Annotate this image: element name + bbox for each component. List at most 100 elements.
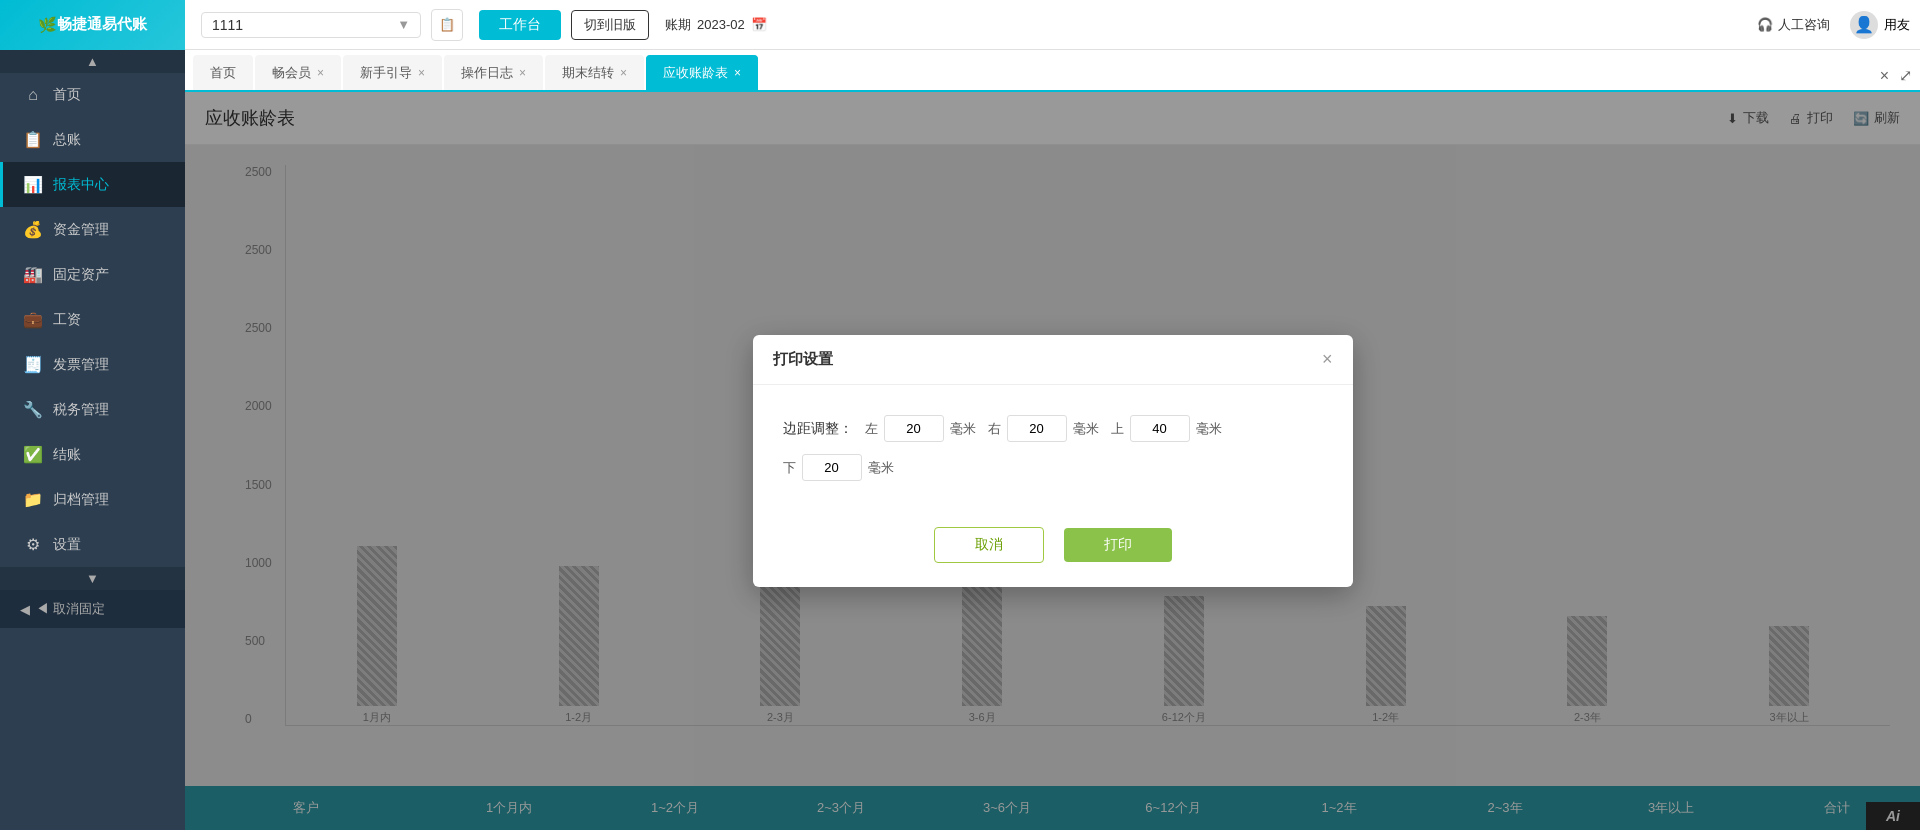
sidebar-label-ledger: 总账 <box>53 131 81 149</box>
user-area[interactable]: 👤 用友 <box>1850 11 1910 39</box>
sidebar-item-settings[interactable]: ⚙ 设置 <box>0 522 185 567</box>
tab-guide-close[interactable]: × <box>418 66 425 80</box>
margin-left-item: 左 毫米 <box>865 415 976 442</box>
salary-icon: 💼 <box>23 310 43 329</box>
tab-member-close[interactable]: × <box>317 66 324 80</box>
home-icon: ⌂ <box>23 86 43 104</box>
modal-title: 打印设置 <box>773 350 833 369</box>
sidebar-label-invoice: 发票管理 <box>53 356 109 374</box>
top-header: 🌿 畅捷通易代账 1111 ▼ 📋 工作台 切到旧版 账期 2023-02 📅 … <box>0 0 1920 50</box>
window-close-icon[interactable]: × <box>1880 67 1889 85</box>
margin-right-input[interactable] <box>1007 415 1067 442</box>
sidebar-label-settings: 设置 <box>53 536 81 554</box>
margin-label: 边距调整： <box>783 420 853 438</box>
sidebar-item-funds[interactable]: 💰 资金管理 <box>0 207 185 252</box>
tab-member[interactable]: 畅会员 × <box>255 55 341 90</box>
sidebar: ▲ ⌂ 首页 📋 总账 📊 报表中心 💰 资金管理 🏭 固定资产 💼 工资 🧾 … <box>0 50 185 830</box>
content-area: 首页 畅会员 × 新手引导 × 操作日志 × 期末结转 × 应收账龄表 × <box>185 50 1920 830</box>
support-button[interactable]: 🎧 人工咨询 <box>1757 16 1830 34</box>
logo-icon: 🌿 <box>38 16 57 34</box>
logo-text: 畅捷通易代账 <box>57 15 147 34</box>
sidebar-item-ledger[interactable]: 📋 总账 <box>0 117 185 162</box>
tab-oplog[interactable]: 操作日志 × <box>444 55 543 90</box>
tab-home[interactable]: 首页 <box>193 55 253 90</box>
settlement-icon: ✅ <box>23 445 43 464</box>
tab-aging-label: 应收账龄表 <box>663 64 728 82</box>
margin-right-item: 右 毫米 <box>988 415 1099 442</box>
margin-row: 边距调整： 左 毫米 右 毫米 <box>783 415 1323 481</box>
collapse-label: ◀ 取消固定 <box>36 600 105 618</box>
app-logo: 🌿 畅捷通易代账 <box>0 0 185 50</box>
right-unit: 毫米 <box>1073 420 1099 438</box>
sidebar-label-settlement: 结账 <box>53 446 81 464</box>
window-expand-icon[interactable]: ⤢ <box>1899 66 1912 85</box>
company-name: 1111 <box>212 17 389 33</box>
main-layout: ▲ ⌂ 首页 📋 总账 📊 报表中心 💰 资金管理 🏭 固定资产 💼 工资 🧾 … <box>0 50 1920 830</box>
account-period: 账期 2023-02 📅 <box>665 16 767 34</box>
margin-left-input[interactable] <box>884 415 944 442</box>
right-label: 右 <box>988 420 1001 438</box>
sidebar-item-fixed-assets[interactable]: 🏭 固定资产 <box>0 252 185 297</box>
tab-guide[interactable]: 新手引导 × <box>343 55 442 90</box>
tab-aging[interactable]: 应收账龄表 × <box>646 55 758 90</box>
modal-body: 边距调整： 左 毫米 右 毫米 <box>753 385 1353 511</box>
margin-bottom-input[interactable] <box>802 454 862 481</box>
tab-aging-close[interactable]: × <box>734 66 741 80</box>
fixed-assets-icon: 🏭 <box>23 265 43 284</box>
sidebar-item-settlement[interactable]: ✅ 结账 <box>0 432 185 477</box>
tax-icon: 🔧 <box>23 400 43 419</box>
chevron-down-icon: ▼ <box>397 17 410 32</box>
tab-window-actions: × ⤢ <box>1880 66 1912 90</box>
company-selector[interactable]: 1111 ▼ <box>201 12 421 38</box>
left-unit: 毫米 <box>950 420 976 438</box>
account-period-label: 账期 <box>665 16 691 34</box>
header-right: 🎧 人工咨询 👤 用友 <box>1757 11 1910 39</box>
modal-overlay: 打印设置 × 边距调整： 左 毫米 右 <box>185 92 1920 830</box>
sidebar-label-funds: 资金管理 <box>53 221 109 239</box>
switch-old-button[interactable]: 切到旧版 <box>571 10 649 40</box>
cancel-button[interactable]: 取消 <box>934 527 1044 563</box>
account-period-value: 2023-02 <box>697 17 745 32</box>
sidebar-scroll-down[interactable]: ▼ <box>0 567 185 590</box>
collapse-icon: ◀ <box>20 602 30 617</box>
modal-close-icon[interactable]: × <box>1322 349 1333 370</box>
margin-bottom-item: 下 毫米 <box>783 454 894 481</box>
sidebar-label-salary: 工资 <box>53 311 81 329</box>
sidebar-label-reports: 报表中心 <box>53 176 109 194</box>
sidebar-item-invoice[interactable]: 🧾 发票管理 <box>0 342 185 387</box>
top-label: 上 <box>1111 420 1124 438</box>
tab-home-label: 首页 <box>210 64 236 82</box>
copy-icon: 📋 <box>439 17 455 32</box>
sidebar-item-archive[interactable]: 📁 归档管理 <box>0 477 185 522</box>
tab-oplog-label: 操作日志 <box>461 64 513 82</box>
sidebar-scroll-up[interactable]: ▲ <box>0 50 185 73</box>
sidebar-label-home: 首页 <box>53 86 81 104</box>
tab-oplog-close[interactable]: × <box>519 66 526 80</box>
funds-icon: 💰 <box>23 220 43 239</box>
ledger-icon: 📋 <box>23 130 43 149</box>
print-settings-modal: 打印设置 × 边距调整： 左 毫米 右 <box>753 335 1353 587</box>
copy-button[interactable]: 📋 <box>431 9 463 41</box>
tab-period-end[interactable]: 期末结转 × <box>545 55 644 90</box>
modal-footer: 取消 打印 <box>753 511 1353 587</box>
page-content: 应收账龄表 ⬇ 下载 🖨 打印 🔄 刷新 <box>185 92 1920 830</box>
calendar-icon[interactable]: 📅 <box>751 17 767 32</box>
reports-icon: 📊 <box>23 175 43 194</box>
margin-top-input[interactable] <box>1130 415 1190 442</box>
user-name: 用友 <box>1884 16 1910 34</box>
workbench-button[interactable]: 工作台 <box>479 10 561 40</box>
print-confirm-button[interactable]: 打印 <box>1064 528 1172 562</box>
tab-member-label: 畅会员 <box>272 64 311 82</box>
sidebar-item-tax[interactable]: 🔧 税务管理 <box>0 387 185 432</box>
sidebar-item-home[interactable]: ⌂ 首页 <box>0 73 185 117</box>
sidebar-label-tax: 税务管理 <box>53 401 109 419</box>
sidebar-collapse-button[interactable]: ◀ ◀ 取消固定 <box>0 590 185 628</box>
tab-period-end-label: 期末结转 <box>562 64 614 82</box>
sidebar-item-salary[interactable]: 💼 工资 <box>0 297 185 342</box>
tab-period-end-close[interactable]: × <box>620 66 627 80</box>
sidebar-label-archive: 归档管理 <box>53 491 109 509</box>
settings-icon: ⚙ <box>23 535 43 554</box>
sidebar-item-reports[interactable]: 📊 报表中心 <box>0 162 185 207</box>
top-unit: 毫米 <box>1196 420 1222 438</box>
headset-icon: 🎧 <box>1757 17 1773 32</box>
